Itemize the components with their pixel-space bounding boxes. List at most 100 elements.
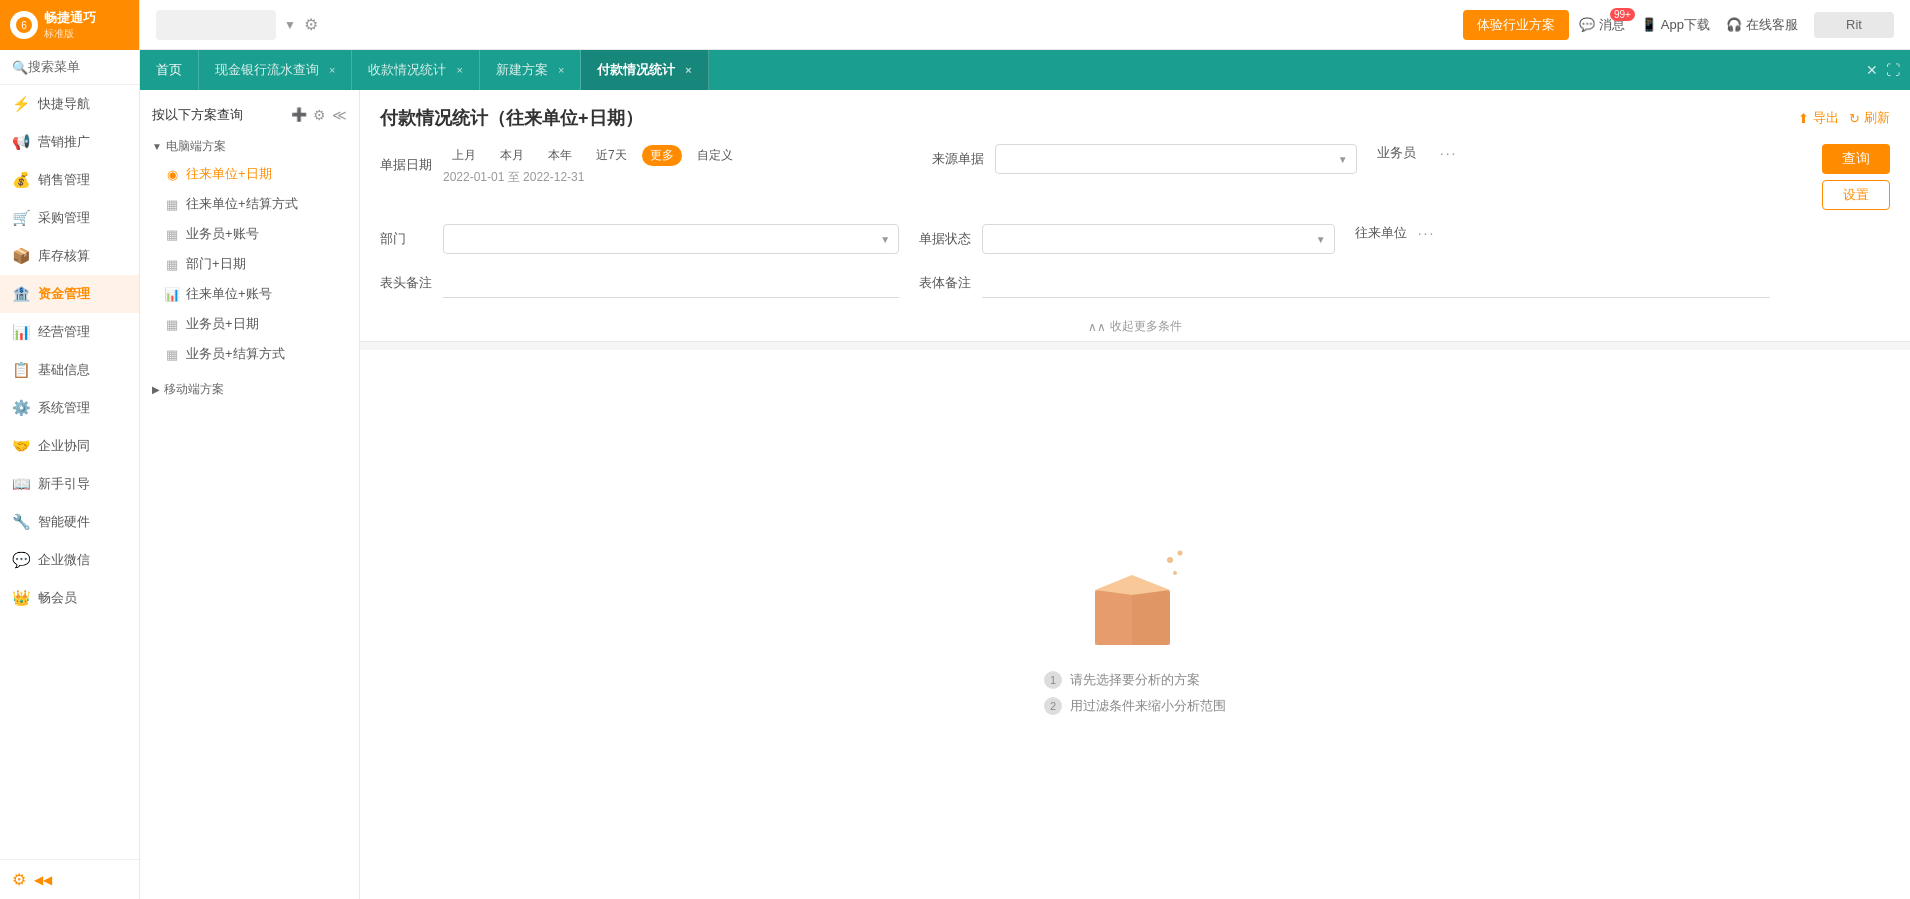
tab-bank-flow[interactable]: 现金银行流水查询 × xyxy=(199,50,352,90)
collapse-panel-icon[interactable]: ≪ xyxy=(332,107,347,123)
settings-icon[interactable]: ⚙ xyxy=(304,15,318,34)
sidebar-item-sales[interactable]: 💰 销售管理 xyxy=(0,161,139,199)
mobile-scheme-label: 移动端方案 xyxy=(164,381,224,398)
user-name: Rit xyxy=(1846,17,1862,32)
receipt-stats-tab-close[interactable]: × xyxy=(456,64,462,76)
sidebar-item-finance[interactable]: 🏦 资金管理 xyxy=(0,275,139,313)
mobile-scheme-group-title[interactable]: ▶ 移动端方案 xyxy=(140,377,359,402)
maximize-icon[interactable]: ⛶ xyxy=(1886,62,1900,78)
pc-scheme-group-title[interactable]: ▼ 电脑端方案 xyxy=(140,134,359,159)
empty-state: 1 请先选择要分析的方案 2 用过滤条件来缩小分析范围 xyxy=(360,350,1910,899)
customer-service-label: 在线客服 xyxy=(1746,16,1798,34)
collapse-filters-button[interactable]: ∧∧ 收起更多条件 xyxy=(380,312,1890,341)
filter-doc-status: 单据状态 ▼ xyxy=(919,224,1334,254)
scheme-staff-account[interactable]: ▦ 业务员+账号 xyxy=(140,219,359,249)
home-tab-label: 首页 xyxy=(156,61,182,79)
notifications-badge: 99+ xyxy=(1610,8,1635,21)
new-scheme-tab-close[interactable]: × xyxy=(558,64,564,76)
sidebar-item-purchase[interactable]: 🛒 采购管理 xyxy=(0,199,139,237)
add-scheme-icon[interactable]: ➕ xyxy=(291,107,307,123)
body-note-input[interactable] xyxy=(982,268,1770,298)
trial-button[interactable]: 体验行业方案 xyxy=(1463,10,1569,40)
logo-sub: 标准版 xyxy=(44,27,96,41)
export-label: 导出 xyxy=(1813,109,1839,127)
sidebar-item-weixin[interactable]: 💬 企业微信 xyxy=(0,541,139,579)
search-menu-item[interactable]: 🔍 搜索菜单 xyxy=(0,50,139,85)
sidebar-item-basic-info[interactable]: 📋 基础信息 xyxy=(0,351,139,389)
bank-flow-tab-close[interactable]: × xyxy=(329,64,335,76)
sidebar-item-label: 智能硬件 xyxy=(38,513,90,531)
export-button[interactable]: ⬆ 导出 xyxy=(1798,109,1839,127)
date-last-7days[interactable]: 近7天 xyxy=(587,144,636,167)
date-options: 上月 本月 本年 近7天 更多 自定义 2022-01-01 至 2022-12… xyxy=(443,144,742,186)
tab-home[interactable]: 首页 xyxy=(140,50,199,90)
date-custom[interactable]: 自定义 xyxy=(688,144,742,167)
top-header: ▼ ⚙ 体验行业方案 💬 消息 99+ 📱 App下载 🎧 在线客服 Rit xyxy=(140,0,1910,50)
scheme-dept-date[interactable]: ▦ 部门+日期 xyxy=(140,249,359,279)
sidebar-item-inventory[interactable]: 📦 库存核算 xyxy=(0,237,139,275)
tab-bar: 首页 现金银行流水查询 × 收款情况统计 × 新建方案 × 付款情况统计 × ✕… xyxy=(140,50,1910,90)
source-select[interactable]: ▼ xyxy=(995,144,1357,174)
partner-dots-icon[interactable]: ··· xyxy=(1418,225,1436,241)
sidebar-item-member[interactable]: 👑 畅会员 xyxy=(0,579,139,617)
dept-select[interactable]: ▼ xyxy=(443,224,899,254)
tab-new-scheme[interactable]: 新建方案 × xyxy=(480,50,581,90)
operations-icon: 📊 xyxy=(12,323,30,341)
staff-dots-icon[interactable]: ··· xyxy=(1440,145,1458,161)
scheme-staff-settle[interactable]: ▦ 业务员+结算方式 xyxy=(140,339,359,369)
sidebar-item-quick-nav[interactable]: ⚡ 快捷导航 xyxy=(0,85,139,123)
svg-marker-4 xyxy=(1095,590,1132,645)
scheme-unit-settle[interactable]: ▦ 往来单位+结算方式 xyxy=(140,189,359,219)
filter-row-3: 表头备注 表体备注 xyxy=(380,268,1890,298)
notifications-button[interactable]: 💬 消息 99+ xyxy=(1579,16,1625,34)
date-this-year[interactable]: 本年 xyxy=(539,144,581,167)
sidebar-item-label: 销售管理 xyxy=(38,171,90,189)
scheme-staff-date[interactable]: ▦ 业务员+日期 xyxy=(140,309,359,339)
payment-stats-tab-close[interactable]: × xyxy=(685,64,691,76)
user-selector[interactable] xyxy=(156,10,276,40)
close-window-icon[interactable]: ✕ xyxy=(1866,62,1878,78)
dept-label: 部门 xyxy=(380,230,435,248)
scheme-unit-account[interactable]: 📊 往来单位+账号 xyxy=(140,279,359,309)
header-note-label: 表头备注 xyxy=(380,274,435,292)
date-this-month[interactable]: 本月 xyxy=(491,144,533,167)
header-note-input[interactable] xyxy=(443,268,899,298)
date-more[interactable]: 更多 xyxy=(642,145,682,166)
customer-service-button[interactable]: 🎧 在线客服 xyxy=(1726,16,1798,34)
sidebar-item-marketing[interactable]: 📢 营销推广 xyxy=(0,123,139,161)
chevron-down-icon[interactable]: ▼ xyxy=(284,18,296,32)
dept-date-icon: ▦ xyxy=(164,256,180,272)
sidebar-item-system[interactable]: ⚙️ 系统管理 xyxy=(0,389,139,427)
filter-row-1: 单据日期 上月 本月 本年 近7天 更多 自定义 2022-01-01 至 20… xyxy=(380,144,1890,210)
sidebar-item-label: 库存核算 xyxy=(38,247,90,265)
scheme-unit-date[interactable]: ◉ 往来单位+日期 xyxy=(140,159,359,189)
unit-date-icon: ◉ xyxy=(164,166,180,182)
app-download-button[interactable]: 📱 App下载 xyxy=(1641,16,1710,34)
guide-icon: 📖 xyxy=(12,475,30,493)
sidebar-item-guide[interactable]: 📖 新手引导 xyxy=(0,465,139,503)
query-button[interactable]: 查询 xyxy=(1822,144,1890,174)
tab-receipt-stats[interactable]: 收款情况统计 × xyxy=(352,50,479,90)
date-range-text: 2022-01-01 至 2022-12-31 xyxy=(443,169,742,186)
settings-button[interactable]: 设置 xyxy=(1822,180,1890,210)
system-icon: ⚙️ xyxy=(12,399,30,417)
date-last-month[interactable]: 上月 xyxy=(443,144,485,167)
panel-icons: ➕ ⚙ ≪ xyxy=(291,107,347,123)
sidebar-item-operations[interactable]: 📊 经营管理 xyxy=(0,313,139,351)
receipt-stats-tab-label: 收款情况统计 xyxy=(368,61,446,79)
body-note-label: 表体备注 xyxy=(919,274,974,292)
right-content: 付款情况统计（往来单位+日期） ⬆ 导出 ↻ 刷新 xyxy=(360,90,1910,899)
settings-scheme-icon[interactable]: ⚙ xyxy=(313,107,326,123)
collapse-sidebar-icon[interactable]: ◀◀ xyxy=(34,873,52,887)
settings-bottom-icon[interactable]: ⚙ xyxy=(12,870,26,889)
filter-row-2: 部门 ▼ 单据状态 ▼ 往来单位 xyxy=(380,224,1890,254)
svg-text:6: 6 xyxy=(21,20,27,31)
staff-settle-icon: ▦ xyxy=(164,346,180,362)
sidebar-item-enterprise[interactable]: 🤝 企业协同 xyxy=(0,427,139,465)
sidebar-item-hardware[interactable]: 🔧 智能硬件 xyxy=(0,503,139,541)
doc-status-select[interactable]: ▼ xyxy=(982,224,1334,254)
user-avatar[interactable]: Rit xyxy=(1814,12,1894,38)
empty-svg xyxy=(1075,535,1195,655)
refresh-button[interactable]: ↻ 刷新 xyxy=(1849,109,1890,127)
tab-payment-stats[interactable]: 付款情况统计 × xyxy=(581,50,708,90)
